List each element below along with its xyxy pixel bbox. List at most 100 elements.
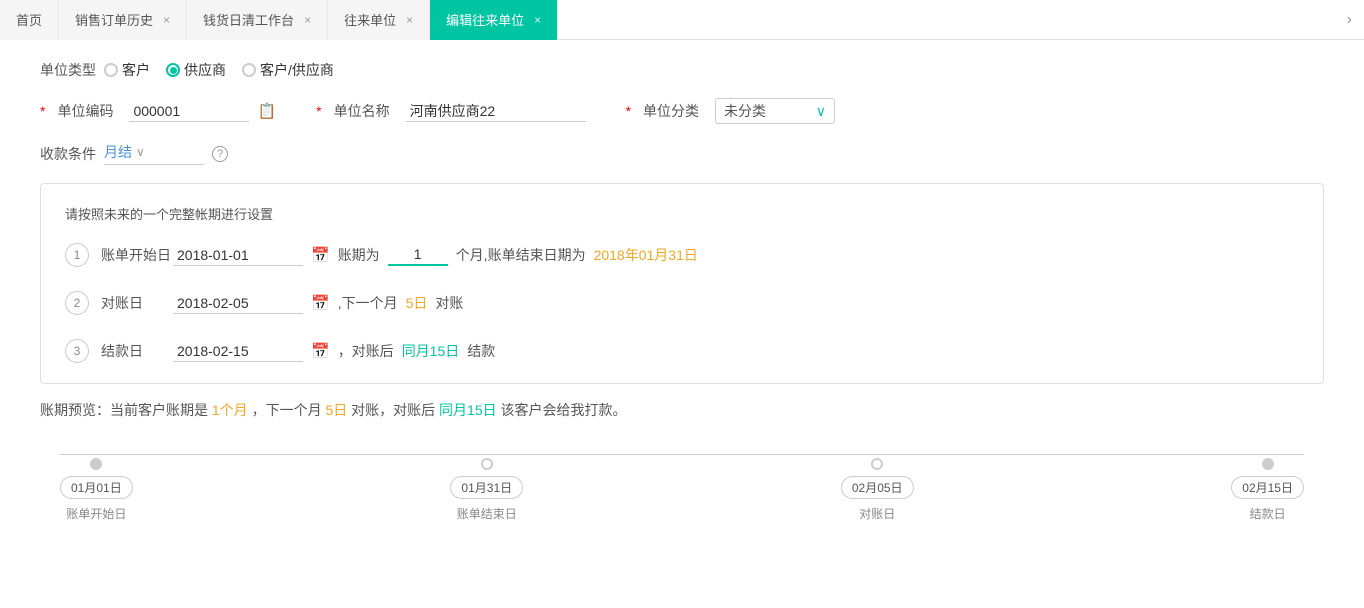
step-date-input-3[interactable] xyxy=(173,341,303,362)
payment-term-help-icon[interactable]: ? xyxy=(212,146,228,162)
step-2-suffix: 对账 xyxy=(435,293,463,313)
payment-term-arrow-icon: ∨ xyxy=(136,145,145,159)
tl-label-box-3: 02月15日 xyxy=(1231,476,1304,499)
radio-label-supplier: 供应商 xyxy=(184,60,226,80)
tl-point-end: 02月15日 结款日 xyxy=(1231,454,1304,522)
radio-label-both: 客户/供应商 xyxy=(260,60,334,80)
tabs-bar: 首页 销售订单历史 × 钱货日清工作台 × 往来单位 × 编辑往来单位 × › xyxy=(0,0,1364,40)
tl-dot-end xyxy=(1262,458,1274,470)
tab-close-cash-work[interactable]: × xyxy=(304,13,311,27)
payment-term-dropdown[interactable]: 月结 ∨ xyxy=(104,142,204,165)
tl-label-box-0: 01月01日 xyxy=(60,476,133,499)
unit-name-group: * 单位名称 xyxy=(316,101,585,122)
step-cal-icon-2[interactable]: 📅 xyxy=(311,294,330,312)
tl-sublabel-0: 账单开始日 xyxy=(66,505,126,522)
preview-part1: 1个月 xyxy=(212,402,248,418)
step-period-label: 账期为 xyxy=(338,245,380,265)
unit-name-required-star: * xyxy=(316,103,321,119)
step-cal-icon-1[interactable]: 📅 xyxy=(311,246,330,264)
preview-part2: 5日 xyxy=(325,402,347,418)
unit-category-required-star: * xyxy=(626,103,631,119)
step-date-input-1[interactable] xyxy=(173,245,303,266)
unit-category-arrow-icon: ∨ xyxy=(816,103,826,120)
unit-code-required-star: * xyxy=(40,103,45,119)
step-period-unit: 个月,账单结束日期为 xyxy=(456,245,586,265)
box-title: 请按照未来的一个完整帐期进行设置 xyxy=(65,204,1299,223)
step-label-3: 结款日 xyxy=(101,341,173,361)
step-2-highlight: 5日 xyxy=(406,293,428,313)
tab-close-partner-unit[interactable]: × xyxy=(406,13,413,27)
tl-point-start: 01月01日 账单开始日 xyxy=(60,454,133,522)
tl-label-box-2: 02月05日 xyxy=(841,476,914,499)
tab-cash-work[interactable]: 钱货日清工作台 × xyxy=(187,0,328,40)
radio-circle-supplier xyxy=(166,63,180,77)
tl-point-2: 01月31日 账单结束日 xyxy=(450,454,523,522)
step-content-2: 📅 ,下一个月 5日 对账 xyxy=(173,293,1299,314)
step-2-prefix: ,下一个月 xyxy=(338,293,398,313)
main-content: 单位类型 客户 供应商 客户/供应商 * 单位编码 📋 * 单位名称 xyxy=(0,40,1364,608)
radio-circle-both xyxy=(242,63,256,77)
radio-label-customer: 客户 xyxy=(122,60,150,80)
step-num-2: 2 xyxy=(65,291,89,315)
period-settings-box: 请按照未来的一个完整帐期进行设置 1 账单开始日 📅 账期为 个月,账单结束日期… xyxy=(40,183,1324,384)
preview-sep2: 对账，对账后 xyxy=(351,402,435,418)
radio-customer[interactable]: 客户 xyxy=(104,60,150,80)
tab-edit-partner[interactable]: 编辑往来单位 × xyxy=(430,0,558,40)
unit-info-row: * 单位编码 📋 * 单位名称 * 单位分类 未分类 ∨ xyxy=(40,98,1324,124)
unit-category-dropdown[interactable]: 未分类 ∨ xyxy=(715,98,835,124)
payment-term-value: 月结 xyxy=(104,142,132,162)
payment-term-label: 收款条件 xyxy=(40,144,96,164)
unit-category-value: 未分类 xyxy=(724,101,766,121)
tabs-expand-button[interactable]: › xyxy=(1335,11,1364,29)
step-3-suffix: 结款 xyxy=(467,341,495,361)
step-label-2: 对账日 xyxy=(101,293,173,313)
tl-dot-1 xyxy=(481,458,493,470)
tl-point-3: 02月05日 对账日 xyxy=(841,454,914,522)
tab-close-edit-partner[interactable]: × xyxy=(534,13,541,27)
step-content-3: 📅 ，对账后 同月15日 结款 xyxy=(173,341,1299,362)
preview-prefix: 账期预览：当前客户账期是 xyxy=(40,402,208,418)
step-end-date-highlight-1: 2018年01月31日 xyxy=(594,245,698,265)
tab-close-sales-history[interactable]: × xyxy=(163,13,170,27)
preview-text: 账期预览：当前客户账期是 1个月 ，下一个月 5日 对账，对账后 同月15日 该… xyxy=(40,400,1324,420)
unit-name-input[interactable] xyxy=(406,101,586,122)
tl-sublabel-2: 对账日 xyxy=(859,505,895,522)
step-row-3: 3 结款日 📅 ，对账后 同月15日 结款 xyxy=(65,339,1299,363)
unit-code-icon[interactable]: 📋 xyxy=(257,102,276,120)
unit-name-label: 单位名称 xyxy=(334,101,390,121)
radio-supplier[interactable]: 供应商 xyxy=(166,60,226,80)
tl-sublabel-3: 结款日 xyxy=(1250,505,1286,522)
unit-code-input[interactable] xyxy=(129,101,249,122)
step-period-input-1[interactable] xyxy=(388,244,448,266)
tab-home[interactable]: 首页 xyxy=(0,0,59,40)
preview-suffix: 该客户会给我打款。 xyxy=(501,402,627,418)
tl-dot-2 xyxy=(871,458,883,470)
unit-category-label: 单位分类 xyxy=(643,101,699,121)
tl-dot-start xyxy=(90,458,102,470)
payment-term-row: 收款条件 月结 ∨ ? xyxy=(40,142,1324,165)
step-num-3: 3 xyxy=(65,339,89,363)
unit-type-row: 单位类型 客户 供应商 客户/供应商 xyxy=(40,60,1324,80)
step-3-prefix: ，对账后 xyxy=(338,341,394,361)
unit-code-label: 单位编码 xyxy=(57,101,113,121)
step-label-1: 账单开始日 xyxy=(101,245,173,265)
tab-partner-unit[interactable]: 往来单位 × xyxy=(328,0,430,40)
step-content-1: 📅 账期为 个月,账单结束日期为 2018年01月31日 xyxy=(173,244,1299,266)
radio-circle-customer xyxy=(104,63,118,77)
step-row-1: 1 账单开始日 📅 账期为 个月,账单结束日期为 2018年01月31日 xyxy=(65,243,1299,267)
unit-category-group: * 单位分类 未分类 ∨ xyxy=(626,98,835,124)
timeline-container: 01月01日 账单开始日 01月31日 账单结束日 02月05日 对账日 02月… xyxy=(40,444,1324,532)
radio-group-unit-type: 客户 供应商 客户/供应商 xyxy=(104,60,334,80)
tl-label-box-1: 01月31日 xyxy=(450,476,523,499)
unit-type-label: 单位类型 xyxy=(40,60,96,80)
tab-sales-history[interactable]: 销售订单历史 × xyxy=(59,0,187,40)
preview-sep1: ，下一个月 xyxy=(252,402,322,418)
step-date-input-2[interactable] xyxy=(173,293,303,314)
step-num-1: 1 xyxy=(65,243,89,267)
radio-both[interactable]: 客户/供应商 xyxy=(242,60,334,80)
step-row-2: 2 对账日 📅 ,下一个月 5日 对账 xyxy=(65,291,1299,315)
step-cal-icon-3[interactable]: 📅 xyxy=(311,342,330,360)
step-3-highlight: 同月15日 xyxy=(402,341,460,361)
tl-sublabel-1: 账单结束日 xyxy=(457,505,517,522)
unit-code-group: * 单位编码 📋 xyxy=(40,101,276,122)
